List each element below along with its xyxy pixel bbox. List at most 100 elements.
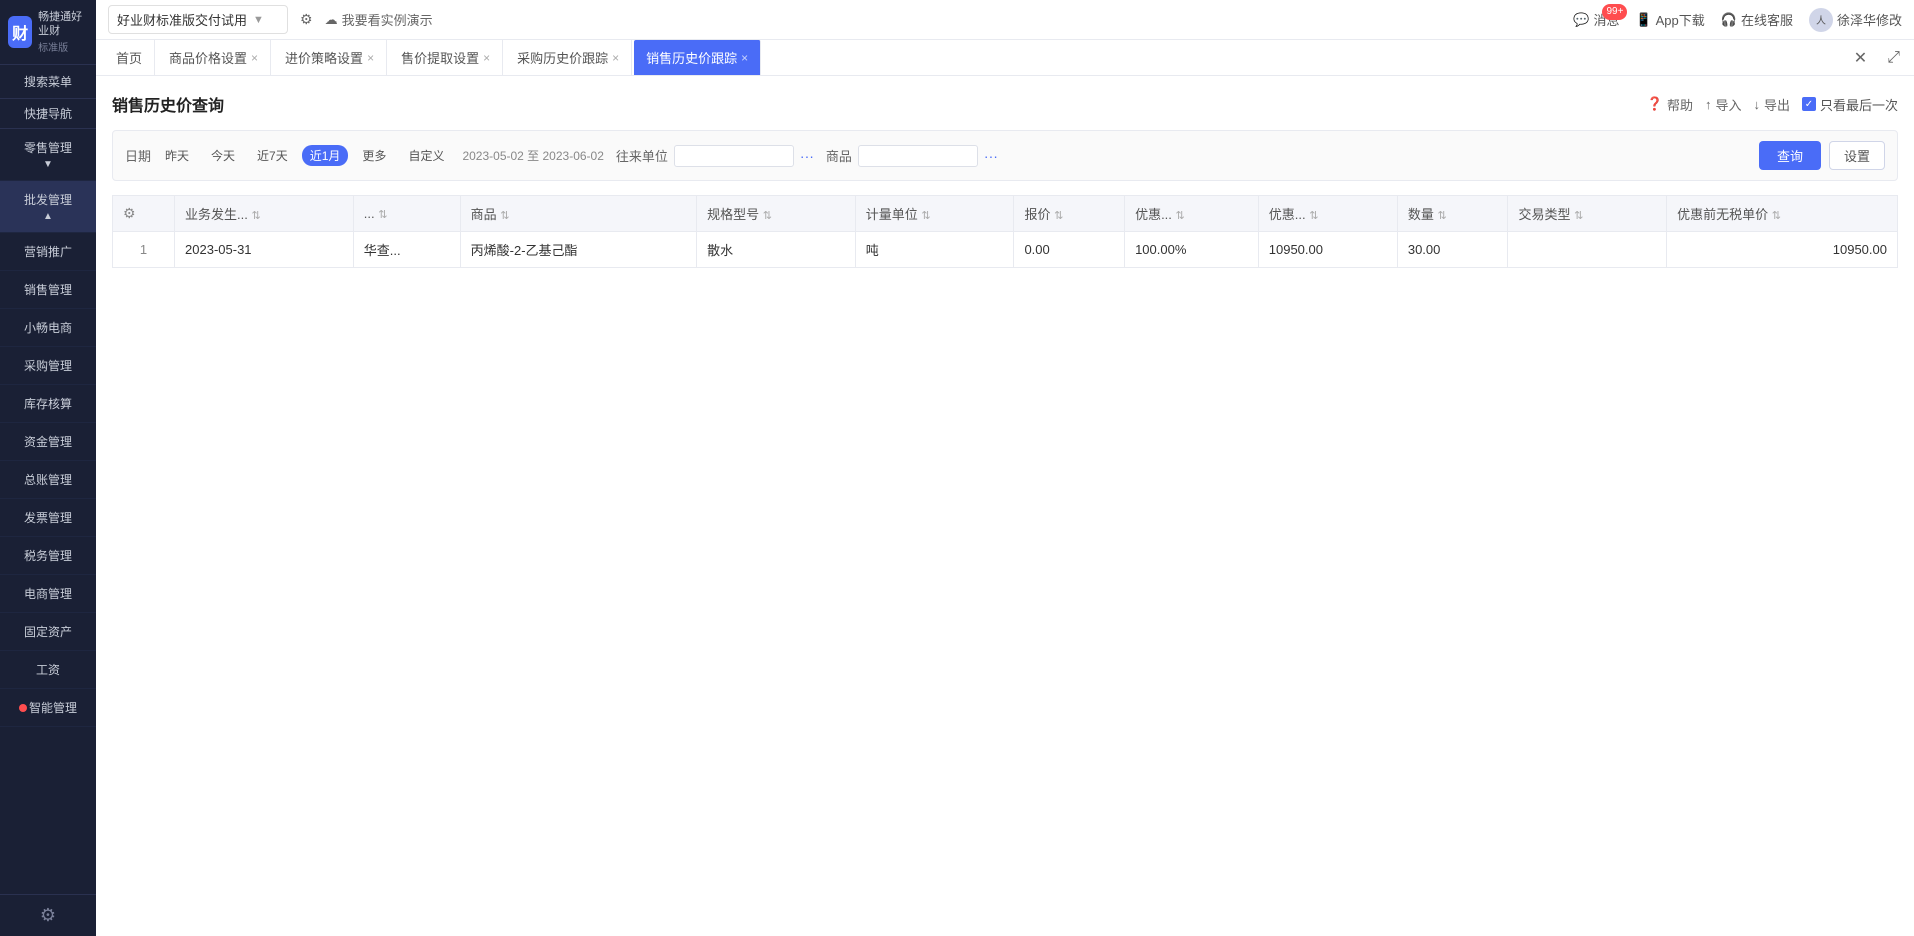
date-label: 日期: [125, 146, 151, 165]
question-icon: ❓: [1647, 96, 1663, 112]
date-last1month-btn[interactable]: 近1月: [302, 145, 349, 166]
product-picker-icon[interactable]: ···: [984, 148, 998, 164]
user-menu[interactable]: 人 徐泽华修改: [1809, 8, 1902, 32]
tab-home[interactable]: 首页: [104, 40, 155, 76]
help-link[interactable]: ❓ 帮助: [1647, 95, 1693, 114]
tab-product-price[interactable]: 商品价格设置 ×: [157, 40, 271, 76]
tab-close-icon[interactable]: ×: [741, 51, 748, 65]
tab-close-icon[interactable]: ×: [367, 51, 374, 65]
date-more-btn[interactable]: 更多: [354, 145, 394, 166]
message-button[interactable]: 💬 消息 99+: [1573, 10, 1619, 29]
tab-close-icon[interactable]: ×: [612, 51, 619, 65]
th-discount1[interactable]: 优惠... ⇅: [1125, 196, 1259, 232]
date-today-btn[interactable]: 今天: [203, 145, 243, 166]
online-service-button[interactable]: 🎧 在线客服: [1721, 10, 1793, 29]
page-content: 销售历史价查询 ❓ 帮助 ↑ 导入 ↓ 导出 ✓ 只看最后一次: [96, 76, 1914, 936]
row-pretax-price: 10950.00: [1667, 232, 1898, 268]
headset-icon: 🎧: [1721, 12, 1737, 28]
sidebar-item-invoice[interactable]: 发票管理: [0, 499, 96, 537]
date-yesterday-btn[interactable]: 昨天: [157, 145, 197, 166]
th-extra[interactable]: ... ⇅: [353, 196, 460, 232]
message-badge: 99+: [1602, 4, 1627, 20]
module-selector[interactable]: 好业财标准版交付试用 ▼: [108, 5, 288, 34]
th-product[interactable]: 商品 ⇅: [460, 196, 696, 232]
tab-sale-extract[interactable]: 售价提取设置 ×: [389, 40, 503, 76]
row-spec: 散水: [697, 232, 856, 268]
sort-icon: ⇅: [1437, 210, 1446, 222]
only-last-checkbox-wrap[interactable]: ✓ 只看最后一次: [1802, 95, 1898, 114]
sidebar: 财 畅捷通好业财 标准版 搜索菜单 快捷导航 零售管理 ▼ 批发管理 ▲ 营销推…: [0, 0, 96, 936]
app-logo: 财 畅捷通好业财 标准版: [0, 0, 96, 65]
sidebar-item-finance[interactable]: 资金管理: [0, 423, 96, 461]
setting-button[interactable]: 设置: [1829, 141, 1885, 170]
sidebar-item-wholesale[interactable]: 批发管理 ▲: [0, 181, 96, 233]
app-download-button[interactable]: 📱 App下载: [1635, 10, 1704, 29]
row-trade-type: [1508, 232, 1667, 268]
tab-purchase-history[interactable]: 采购历史价跟踪 ×: [505, 40, 632, 76]
th-biz-date[interactable]: 业务发生... ⇅: [175, 196, 354, 232]
sidebar-search[interactable]: 搜索菜单: [0, 65, 96, 99]
source-unit-filter: 往来单位 ···: [616, 145, 814, 167]
th-discount2[interactable]: 优惠... ⇅: [1258, 196, 1397, 232]
tabs-bar: 首页 商品价格设置 × 进价策略设置 × 售价提取设置 × 采购历史价跟踪 × …: [96, 40, 1914, 76]
import-link[interactable]: ↑ 导入: [1705, 95, 1742, 114]
th-spec[interactable]: 规格型号 ⇅: [697, 196, 856, 232]
sidebar-item-tax[interactable]: 税务管理: [0, 537, 96, 575]
sidebar-item-ledger[interactable]: 总账管理: [0, 461, 96, 499]
sidebar-item-xiaochang[interactable]: 小畅电商: [0, 309, 96, 347]
sidebar-item-purchase[interactable]: 采购管理: [0, 347, 96, 385]
tab-expand-icon[interactable]: ⤢: [1881, 47, 1906, 69]
sidebar-item-inventory[interactable]: 库存核算: [0, 385, 96, 423]
sidebar-settings-icon[interactable]: ⚙: [0, 894, 96, 936]
settings-icon[interactable]: ⚙: [300, 11, 313, 28]
sort-icon: ⇅: [1054, 210, 1063, 222]
tab-close-all-icon[interactable]: ✕: [1848, 46, 1873, 70]
product-input[interactable]: [858, 145, 978, 167]
page-title: 销售历史价查询: [112, 92, 224, 116]
sidebar-item-marketing[interactable]: 营销推广: [0, 233, 96, 271]
sidebar-item-retail[interactable]: 零售管理 ▼: [0, 129, 96, 181]
export-icon: ↓: [1753, 97, 1760, 112]
row-discount2: 10950.00: [1258, 232, 1397, 268]
sort-icon: ⇅: [500, 210, 509, 222]
sidebar-item-sales[interactable]: 销售管理: [0, 271, 96, 309]
query-button[interactable]: 查询: [1759, 141, 1821, 170]
sort-icon: ⇅: [763, 210, 772, 222]
th-price[interactable]: 报价 ⇅: [1014, 196, 1125, 232]
th-quantity[interactable]: 数量 ⇅: [1397, 196, 1508, 232]
sidebar-item-salary[interactable]: 工资: [0, 651, 96, 689]
export-link[interactable]: ↓ 导出: [1753, 95, 1790, 114]
gear-icon: ⚙: [123, 205, 136, 221]
tab-sale-history[interactable]: 销售历史价跟踪 ×: [634, 40, 761, 76]
cloud-icon: ☁: [325, 12, 338, 28]
sidebar-item-fixed-assets[interactable]: 固定资产: [0, 613, 96, 651]
tab-close-icon[interactable]: ×: [483, 51, 490, 65]
logo-icon: 财: [8, 16, 32, 48]
row-quantity: 30.00: [1397, 232, 1508, 268]
tab-purchase-strategy[interactable]: 进价策略设置 ×: [273, 40, 387, 76]
chevron-down-icon: ▼: [253, 14, 264, 26]
sort-icon: ⇅: [921, 210, 930, 222]
row-price: 0.00: [1014, 232, 1125, 268]
source-unit-input[interactable]: [674, 145, 794, 167]
message-icon: 💬: [1573, 12, 1589, 28]
page-actions: ❓ 帮助 ↑ 导入 ↓ 导出 ✓ 只看最后一次: [1647, 95, 1898, 114]
demo-link[interactable]: ☁ 我要看实例演示: [325, 10, 433, 29]
sidebar-item-smart[interactable]: 智能管理: [0, 689, 96, 727]
row-product: 丙烯酸-2-乙基己酯: [460, 232, 696, 268]
table-row: 1 2023-05-31 华查... 丙烯酸-2-乙基己酯 散水 吨 0.00 …: [113, 232, 1898, 268]
username: 徐泽华修改: [1837, 10, 1902, 29]
date-custom-btn[interactable]: 自定义: [400, 145, 452, 166]
date-last7-btn[interactable]: 近7天: [249, 145, 296, 166]
tab-close-icon[interactable]: ×: [251, 51, 258, 65]
source-unit-picker-icon[interactable]: ···: [800, 148, 814, 164]
sort-icon: ⇅: [378, 209, 387, 221]
sidebar-item-ecommerce[interactable]: 电商管理: [0, 575, 96, 613]
th-gear[interactable]: ⚙: [113, 196, 175, 232]
sidebar-quick-nav[interactable]: 快捷导航: [0, 99, 96, 129]
row-discount1: 100.00%: [1125, 232, 1259, 268]
sort-icon: ⇅: [1176, 210, 1185, 222]
th-pretax-price[interactable]: 优惠前无税单价 ⇅: [1667, 196, 1898, 232]
th-unit[interactable]: 计量单位 ⇅: [855, 196, 1014, 232]
th-trade-type[interactable]: 交易类型 ⇅: [1508, 196, 1667, 232]
